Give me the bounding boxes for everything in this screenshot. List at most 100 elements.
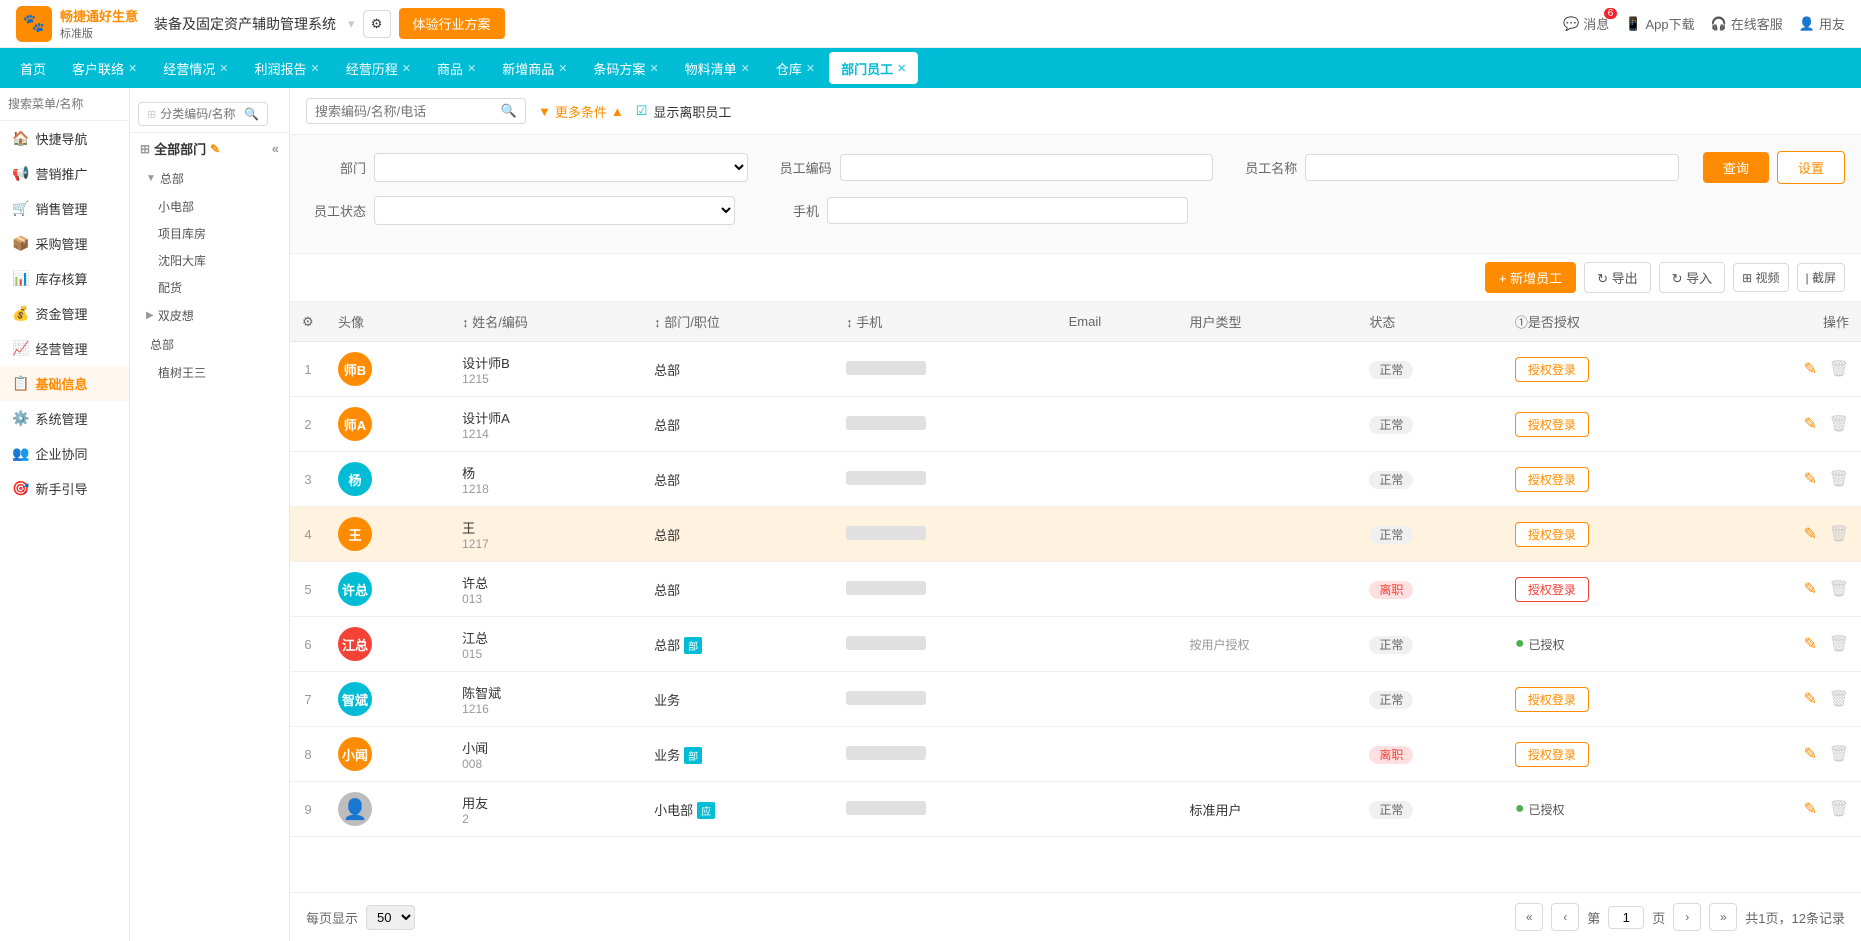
delete-button[interactable]: 🗑 (1829, 691, 1849, 708)
sidebar-item-guide[interactable]: 🎯 新手引导 (0, 471, 129, 506)
show-resigned-toggle[interactable]: ☑ 显示离职员工 (636, 102, 732, 121)
online-service-btn[interactable]: 🎧 在线客服 (1711, 14, 1783, 33)
export-button[interactable]: ↻ 导出 (1584, 262, 1651, 293)
dept-child-zhishu[interactable]: 植树王三 (130, 359, 289, 386)
sidebar-item-operations[interactable]: 📈 经营管理 (0, 331, 129, 366)
tab-add-goods[interactable]: 新增商品 ✕ (490, 52, 579, 84)
sidebar-search-input[interactable] (8, 97, 130, 111)
close-icon[interactable]: ✕ (897, 62, 906, 75)
edit-button[interactable]: ✎ (1804, 581, 1817, 598)
import-button[interactable]: ↻ 导入 (1659, 262, 1726, 293)
sidebar-item-system[interactable]: ⚙️ 系统管理 (0, 401, 129, 436)
dropdown-arrow-icon[interactable]: ▾ (348, 16, 355, 32)
first-page-btn[interactable]: « (1515, 903, 1543, 931)
try-btn[interactable]: 体验行业方案 (399, 8, 505, 39)
col-dept[interactable]: ↕ 部门/职位 (642, 302, 834, 342)
delete-button[interactable]: 🗑 (1829, 526, 1849, 543)
close-icon[interactable]: ✕ (311, 62, 320, 75)
delete-button[interactable]: 🗑 (1829, 636, 1849, 653)
tab-warehouse[interactable]: 仓库 ✕ (764, 52, 827, 84)
tab-barcode[interactable]: 条码方案 ✕ (581, 52, 670, 84)
dept-child-project[interactable]: 项目库房 (130, 220, 289, 247)
authorize-button[interactable]: 授权登录 (1515, 357, 1589, 382)
edit-button[interactable]: ✎ (1804, 746, 1817, 763)
close-icon[interactable]: ✕ (806, 62, 815, 75)
filter-more-btn[interactable]: ▼ 更多条件 ▲ (538, 102, 624, 121)
emp-name-input[interactable] (1305, 154, 1679, 181)
app-download-btn[interactable]: 📱 App下载 (1625, 14, 1694, 33)
tab-goods[interactable]: 商品 ✕ (425, 52, 488, 84)
settings-icon-btn[interactable]: ⚙ (363, 10, 391, 38)
authorize-button[interactable]: 授权登录 (1515, 412, 1589, 437)
sidebar-item-sales[interactable]: 🛒 销售管理 (0, 191, 129, 226)
dept-item-zongbu[interactable]: 总部 (130, 330, 289, 359)
search-input[interactable] (315, 104, 495, 119)
delete-button[interactable]: 🗑 (1829, 471, 1849, 488)
tab-history[interactable]: 经营历程 ✕ (334, 52, 423, 84)
delete-button[interactable]: 🗑 (1829, 746, 1849, 763)
sidebar-item-collab[interactable]: 👥 企业协同 (0, 436, 129, 471)
close-icon[interactable]: ✕ (741, 62, 750, 75)
authorize-button[interactable]: 授权登录 (1515, 467, 1589, 492)
close-icon[interactable]: ✕ (558, 62, 567, 75)
edit-button[interactable]: ✎ (1804, 526, 1817, 543)
dept-item-shuangpi[interactable]: ▶ 双皮想 (130, 301, 289, 330)
print-button[interactable]: | 截屏 (1797, 263, 1845, 292)
authorize-button[interactable]: 授权登录 (1515, 522, 1589, 547)
close-icon[interactable]: ✕ (467, 62, 476, 75)
sidebar-item-marketing[interactable]: 📢 营销推广 (0, 156, 129, 191)
tab-department[interactable]: 部门员工 ✕ (829, 52, 918, 84)
per-page-select[interactable]: 50 (366, 905, 415, 930)
edit-button[interactable]: ✎ (1804, 801, 1817, 818)
classify-search-input[interactable] (160, 107, 240, 121)
dept-all-label[interactable]: 全部部门 (154, 139, 206, 158)
authorize-button[interactable]: 授权登录 (1515, 577, 1589, 602)
dept-item-head[interactable]: ▼ 总部 (130, 164, 289, 193)
dept-child-shenyang[interactable]: 沈阳大库 (130, 247, 289, 274)
sidebar-item-basic[interactable]: 📋 基础信息 (0, 366, 129, 401)
emp-code-input[interactable] (840, 154, 1214, 181)
msg-btn[interactable]: 💬 消息 6 (1563, 14, 1609, 33)
dept-child-peihuo[interactable]: 配货 (130, 274, 289, 301)
page-number-input[interactable] (1608, 906, 1644, 929)
add-employee-button[interactable]: + 新增员工 (1485, 262, 1576, 293)
sidebar-item-inventory[interactable]: 📊 库存核算 (0, 261, 129, 296)
close-icon[interactable]: ✕ (402, 62, 411, 75)
edit-button[interactable]: ✎ (1804, 471, 1817, 488)
dept-edit-icon[interactable]: ✎ (210, 142, 220, 156)
edit-button[interactable]: ✎ (1804, 361, 1817, 378)
close-icon[interactable]: ✕ (128, 62, 137, 75)
col-phone[interactable]: ↕ 手机 (834, 302, 1057, 342)
col-settings[interactable]: ⚙ (290, 302, 326, 342)
edit-button[interactable]: ✎ (1804, 416, 1817, 433)
close-icon[interactable]: ✕ (649, 62, 658, 75)
view-button[interactable]: ⊞ 视频 (1733, 263, 1788, 292)
emp-status-select[interactable] (374, 196, 735, 225)
tab-operations[interactable]: 经营情况 ✕ (151, 52, 240, 84)
last-page-btn[interactable]: » (1709, 903, 1737, 931)
close-icon[interactable]: ✕ (219, 62, 228, 75)
edit-button[interactable]: ✎ (1804, 636, 1817, 653)
query-button[interactable]: 查询 (1703, 152, 1769, 183)
delete-button[interactable]: 🗑 (1829, 361, 1849, 378)
settings-button[interactable]: 设置 (1777, 151, 1845, 184)
authorize-button[interactable]: 授权登录 (1515, 687, 1589, 712)
phone-input[interactable] (827, 197, 1188, 224)
tab-home[interactable]: 首页 (8, 52, 58, 84)
next-page-btn[interactable]: › (1673, 903, 1701, 931)
delete-button[interactable]: 🗑 (1829, 801, 1849, 818)
authorize-button[interactable]: 授权登录 (1515, 742, 1589, 767)
sidebar-item-shortcut[interactable]: 🏠 快捷导航 (0, 121, 129, 156)
delete-button[interactable]: 🗑 (1829, 581, 1849, 598)
dept-child-xiaodian[interactable]: 小电部 (130, 193, 289, 220)
tab-profit[interactable]: 利润报告 ✕ (242, 52, 331, 84)
tab-bom[interactable]: 物料清单 ✕ (673, 52, 762, 84)
prev-page-btn[interactable]: ‹ (1551, 903, 1579, 931)
tab-customer[interactable]: 客户联络 ✕ (60, 52, 149, 84)
collapse-icon[interactable]: « (272, 141, 279, 156)
edit-button[interactable]: ✎ (1804, 691, 1817, 708)
delete-button[interactable]: 🗑 (1829, 416, 1849, 433)
sidebar-item-finance[interactable]: 💰 资金管理 (0, 296, 129, 331)
col-name[interactable]: ↕ 姓名/编码 (450, 302, 642, 342)
user-avatar[interactable]: 👤 用友 (1799, 14, 1845, 33)
